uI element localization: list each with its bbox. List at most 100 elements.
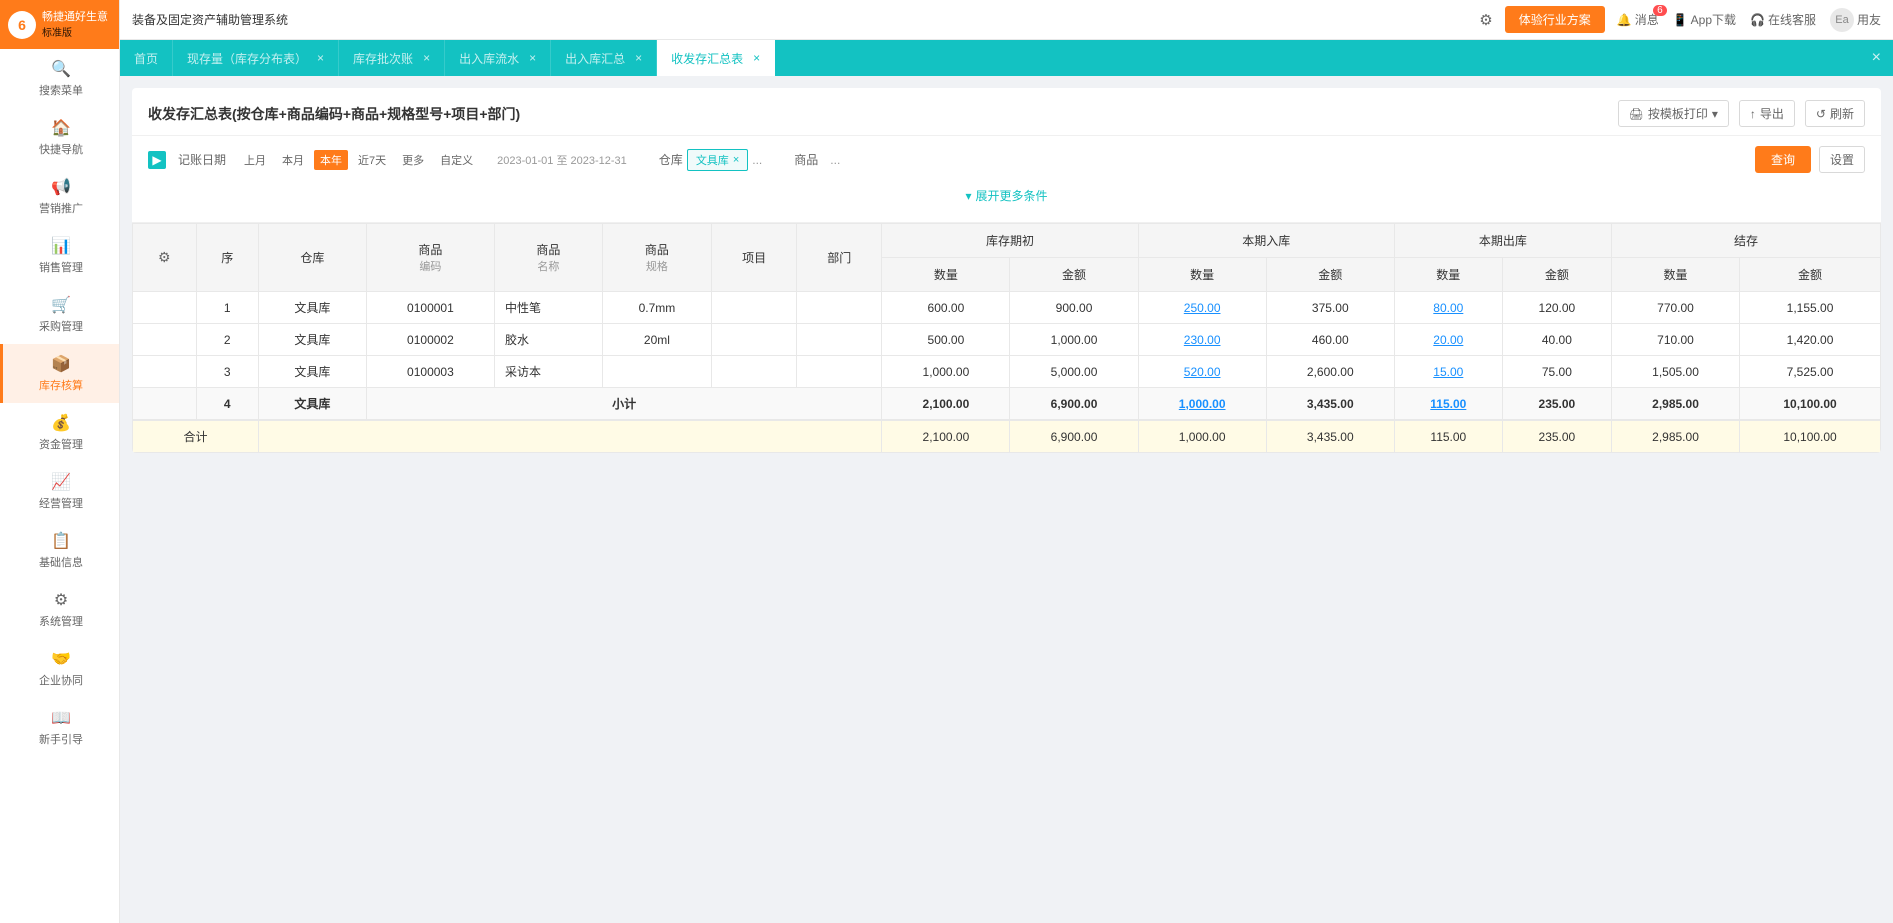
print-button[interactable]: 🖨 按模板打印 ▾: [1618, 100, 1729, 127]
th-opening-group: 库存期初: [882, 224, 1138, 258]
sidebar-item-system[interactable]: ⚙系统管理: [0, 580, 119, 639]
sidebar-item-guide[interactable]: 📖新手引导: [0, 698, 119, 757]
period-btn-本月[interactable]: 本月: [276, 150, 310, 170]
td-opening-amt: 5,000.00: [1010, 356, 1138, 388]
total-opening-qty: 2,100.00: [882, 420, 1010, 453]
tab-home[interactable]: 首页: [120, 40, 173, 76]
sidebar-item-label: 库存核算: [39, 377, 83, 393]
goods-more-button[interactable]: ...: [830, 153, 840, 167]
quick-nav-icon: 🏠: [51, 118, 71, 138]
query-button[interactable]: 查询: [1755, 146, 1811, 173]
th-project: 项目: [712, 224, 797, 292]
trial-button[interactable]: 体验行业方案: [1505, 6, 1605, 33]
sidebar-item-marketing[interactable]: 📢营销推广: [0, 167, 119, 226]
sidebar-item-finance[interactable]: 💰资金管理: [0, 403, 119, 462]
td-opening-qty: 600.00: [882, 292, 1010, 324]
sidebar-item-enterprise[interactable]: 🤝企业协同: [0, 639, 119, 698]
td-opening-qty: 1,000.00: [882, 356, 1010, 388]
message-button[interactable]: 🔔 消息 6: [1617, 11, 1659, 28]
sidebar-item-inventory[interactable]: 📦库存核算: [0, 344, 119, 403]
td-in-qty[interactable]: 520.00: [1138, 356, 1266, 388]
tab-close-icon[interactable]: ×: [317, 51, 324, 65]
warehouse-more-button[interactable]: ...: [752, 153, 762, 167]
tab-recv-send-summary[interactable]: 收发存汇总表×: [657, 40, 775, 76]
th-gear[interactable]: ⚙: [133, 224, 197, 292]
sidebar-item-sales[interactable]: 📊销售管理: [0, 226, 119, 285]
td-empty: [133, 388, 197, 421]
tab-bar-close-button[interactable]: ×: [1860, 49, 1893, 67]
sidebar-item-label: 销售管理: [39, 259, 83, 275]
tab-label: 库存批次账: [353, 50, 413, 67]
period-btn-上月[interactable]: 上月: [238, 150, 272, 170]
td-project: [712, 292, 797, 324]
period-btn-自定义[interactable]: 自定义: [434, 150, 479, 170]
period-btn-本年[interactable]: 本年: [314, 150, 348, 170]
period-btn-更多[interactable]: 更多: [396, 150, 430, 170]
td-out-amt: 75.00: [1502, 356, 1611, 388]
td-warehouse: 文具库: [258, 324, 366, 356]
td-in-qty[interactable]: 230.00: [1138, 324, 1266, 356]
td-in-qty[interactable]: 250.00: [1138, 292, 1266, 324]
sidebar-item-basic[interactable]: 📋基础信息: [0, 521, 119, 580]
logo-sub: 标准版: [42, 24, 108, 39]
tab-inout-flow[interactable]: 出入库流水×: [445, 40, 551, 76]
td-subtotal-warehouse: 文具库: [258, 388, 366, 421]
th-goods-spec: 商品规格: [602, 224, 711, 292]
export-button[interactable]: ↑ 导出: [1739, 100, 1795, 127]
settings-icon[interactable]: ⚙: [1479, 11, 1492, 29]
sidebar-item-purchase[interactable]: 🛒采购管理: [0, 285, 119, 344]
refresh-button[interactable]: ↺ 刷新: [1805, 100, 1865, 127]
td-out-amt: 40.00: [1502, 324, 1611, 356]
period-btn-近7天[interactable]: 近7天: [352, 150, 392, 170]
th-no: 序: [196, 224, 258, 292]
td-opening-qty: 500.00: [882, 324, 1010, 356]
expand-more-button[interactable]: ▾ 展开更多条件: [957, 183, 1055, 208]
filter-row-1: ▶ 记账日期 上月本月本年近7天更多自定义 2023-01-01 至 2023-…: [148, 146, 1865, 173]
online-service-button[interactable]: 🎧 在线客服: [1750, 11, 1816, 28]
td-subtotal-opening-amt: 6,900.00: [1010, 388, 1138, 421]
export-icon: ↑: [1750, 107, 1756, 121]
warehouse-tag-close-icon[interactable]: ×: [733, 154, 739, 166]
td-closing-qty: 1,505.00: [1611, 356, 1739, 388]
tab-close-icon[interactable]: ×: [635, 51, 642, 65]
td-goods-name: 采访本: [494, 356, 602, 388]
tab-label: 首页: [134, 50, 158, 67]
th-opening-amt: 金额: [1010, 258, 1138, 292]
td-subtotal-in-qty[interactable]: 1,000.00: [1138, 388, 1266, 421]
warehouse-label: 仓库: [659, 151, 683, 168]
filter-warehouse: 仓库 文具库 × ...: [659, 149, 762, 171]
user-menu[interactable]: Ea 用友: [1830, 8, 1881, 32]
app-download-button[interactable]: 📱 App下载: [1673, 11, 1736, 28]
td-out-qty[interactable]: 20.00: [1394, 324, 1502, 356]
sidebar-item-quick-nav[interactable]: 🏠快捷导航: [0, 108, 119, 167]
warehouse-tag[interactable]: 文具库 ×: [687, 149, 748, 171]
phone-icon: 📱: [1673, 13, 1688, 27]
filter-expand-button[interactable]: ▶: [148, 151, 166, 169]
tab-close-icon[interactable]: ×: [423, 51, 430, 65]
td-out-amt: 120.00: [1502, 292, 1611, 324]
tab-inventory-dist[interactable]: 现存量（库存分布表）×: [173, 40, 339, 76]
main-area: 装备及固定资产辅助管理系统 ⚙ 体验行业方案 🔔 消息 6 📱 App下载 🎧 …: [120, 0, 1893, 923]
operation-icon: 📈: [51, 472, 71, 492]
topbar: 装备及固定资产辅助管理系统 ⚙ 体验行业方案 🔔 消息 6 📱 App下载 🎧 …: [120, 0, 1893, 40]
th-out-qty: 数量: [1394, 258, 1502, 292]
message-badge: 6: [1653, 5, 1667, 16]
tab-inout-summary[interactable]: 出入库汇总×: [551, 40, 657, 76]
tab-close-icon[interactable]: ×: [753, 51, 760, 65]
sidebar-item-search[interactable]: 🔍搜索菜单: [0, 49, 119, 108]
total-label: 合计: [133, 420, 259, 453]
purchase-icon: 🛒: [51, 295, 71, 315]
tab-close-icon[interactable]: ×: [529, 51, 536, 65]
td-out-qty[interactable]: 80.00: [1394, 292, 1502, 324]
tab-batch-ledger[interactable]: 库存批次账 ×: [339, 40, 445, 76]
td-project: [712, 324, 797, 356]
th-goods-code: 商品编码: [366, 224, 494, 292]
headset-icon: 🎧: [1750, 13, 1765, 27]
filter-settings-button[interactable]: 设置: [1819, 146, 1865, 173]
td-subtotal-closing-amt: 10,100.00: [1740, 388, 1881, 421]
td-in-amt: 375.00: [1266, 292, 1394, 324]
td-out-qty[interactable]: 15.00: [1394, 356, 1502, 388]
td-subtotal-out-qty[interactable]: 115.00: [1394, 388, 1502, 421]
td-closing-qty: 710.00: [1611, 324, 1739, 356]
sidebar-item-operation[interactable]: 📈经营管理: [0, 462, 119, 521]
